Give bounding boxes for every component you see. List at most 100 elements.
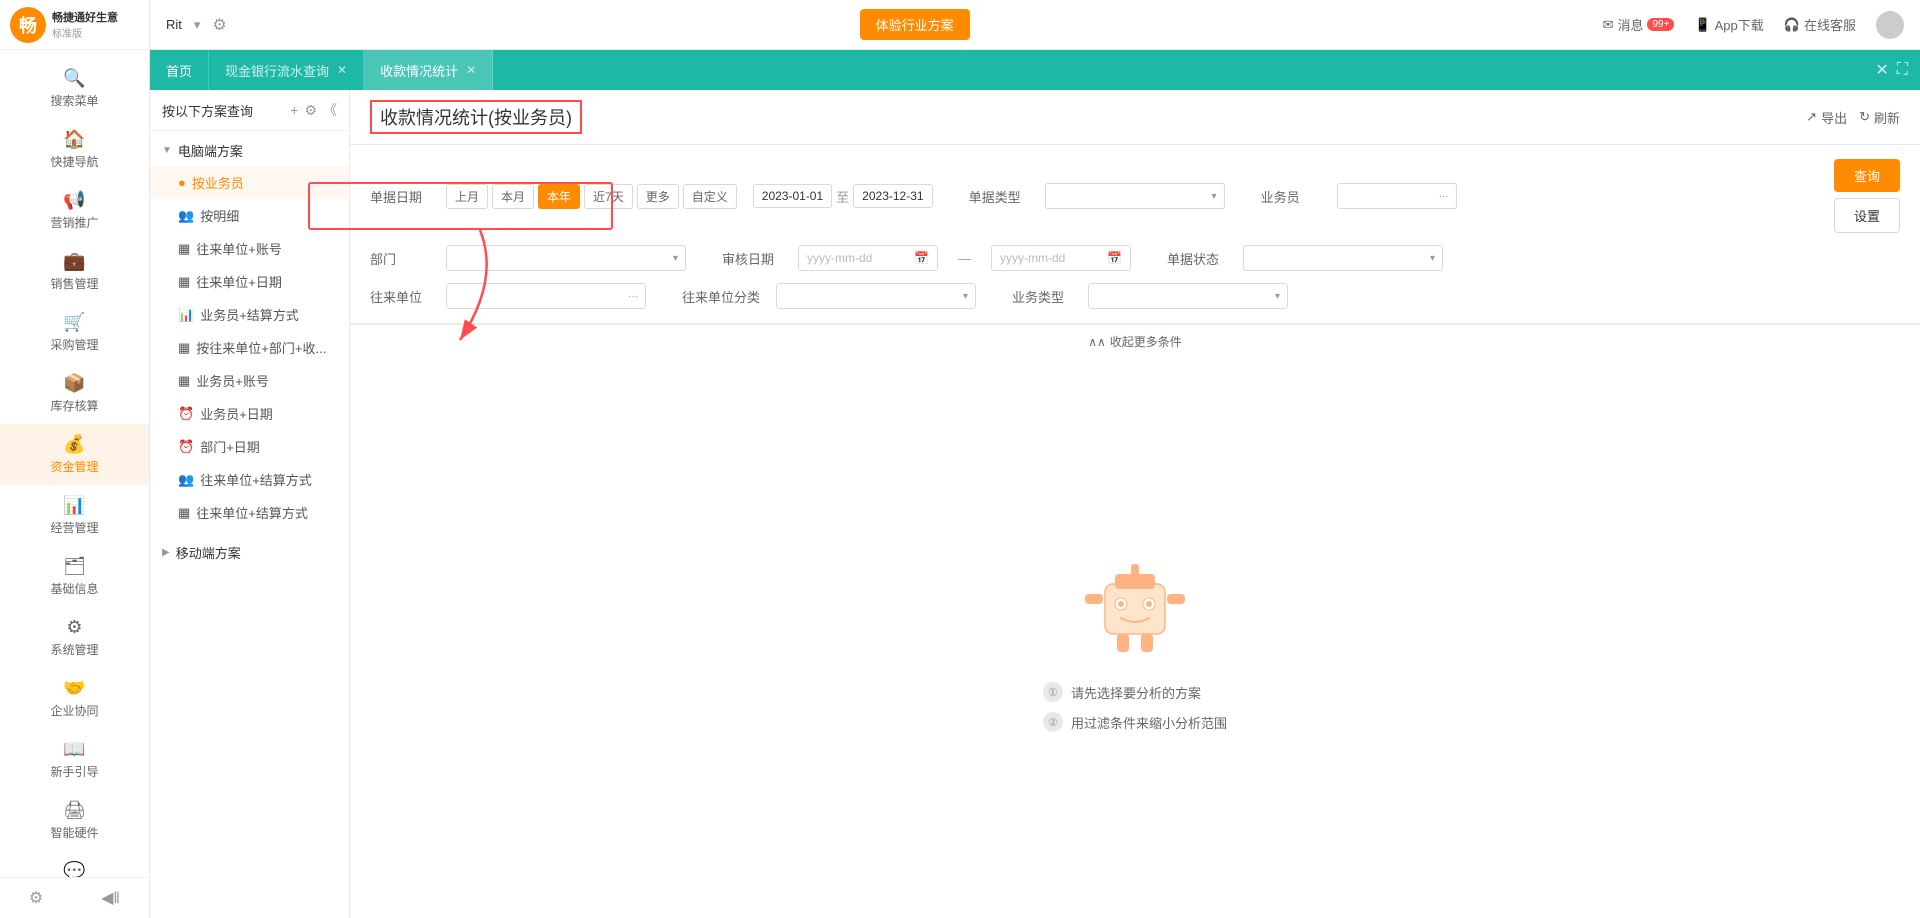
tab-collection-stats[interactable]: 收款情况统计 ✕ <box>364 50 493 90</box>
online-service-btn[interactable]: 🎧 在线客服 <box>1784 15 1856 34</box>
search-menu-icon: 🔍 <box>63 68 85 89</box>
mobile-section-arrow-icon: ▶ <box>162 547 170 558</box>
date-tab-this-year[interactable]: 本年 <box>538 184 580 209</box>
sidebar-item-guide[interactable]: 📖 新手引导 <box>0 729 149 790</box>
tab-home[interactable]: 首页 <box>150 50 209 90</box>
tree-section-pc: ▼ 电脑端方案 ● 按业务员 👥 按明细 ▦ <box>150 131 349 533</box>
app-download-icon: 📱 <box>1694 17 1710 33</box>
sidebar-item-purchase[interactable]: 🛒 采购管理 <box>0 302 149 363</box>
quick-nav-icon: 🏠 <box>63 129 85 150</box>
tree-item-unit-date[interactable]: ▦ 往来单位+日期 <box>150 265 349 298</box>
tree-item-unit-account[interactable]: ▦ 往来单位+账号 <box>150 232 349 265</box>
tree-item-dept-date[interactable]: ⏰ 部门+日期 <box>150 430 349 463</box>
sidebar-settings-btn[interactable]: ⚙ <box>29 888 43 908</box>
date-tab-more[interactable]: 更多 <box>637 184 679 209</box>
doc-status-select[interactable] <box>1243 245 1443 271</box>
sidebar-collapse-btn[interactable]: ◀‖ <box>101 888 120 908</box>
tree-item-staff-settle[interactable]: 📊 业务员+结算方式 <box>150 298 349 331</box>
doc-type-label: 单据类型 <box>969 187 1029 206</box>
sidebar-item-enterprise[interactable]: 🤝 企业协同 <box>0 668 149 729</box>
tab-maximize-icon[interactable]: ⛶ <box>1897 61 1908 79</box>
counterpart-select[interactable] <box>446 283 646 309</box>
left-panel-collapse-btn[interactable]: 《 <box>323 100 337 120</box>
mobile-section-label: 移动端方案 <box>176 543 241 562</box>
export-btn[interactable]: ↗ 导出 <box>1806 108 1847 127</box>
collapse-bar[interactable]: ∧∧ 收起更多条件 <box>350 324 1920 358</box>
settings-button[interactable]: 设置 <box>1834 198 1900 233</box>
dept-select-wrapper: ▾ <box>446 245 686 271</box>
message-icon: ✉ <box>1603 17 1614 33</box>
tree-item-unit-settle2[interactable]: ▦ 往来单位+结算方式 <box>150 496 349 529</box>
sidebar-item-finance[interactable]: 💰 资金管理 <box>0 424 149 485</box>
sidebar-item-inventory[interactable]: 📦 库存核算 <box>0 363 149 424</box>
doc-type-select[interactable] <box>1045 183 1225 209</box>
left-panel-settings-btn[interactable]: ⚙ <box>304 102 317 119</box>
tree-item-unit-settle[interactable]: 👥 往来单位+结算方式 <box>150 463 349 496</box>
unit-dept-collect-icon: ▦ <box>178 340 190 356</box>
message-btn[interactable]: ✉ 消息 99+ <box>1603 15 1675 34</box>
logo-icon: 畅 <box>10 7 46 43</box>
dept-select[interactable] <box>446 245 686 271</box>
sidebar-item-sales[interactable]: 💼 销售管理 <box>0 241 149 302</box>
tree-section-pc-header[interactable]: ▼ 电脑端方案 <box>150 135 349 166</box>
logo-badge: 标准版 <box>52 25 118 40</box>
tree-item-staff-date[interactable]: ⏰ 业务员+日期 <box>150 397 349 430</box>
staff-settle-label: 业务员+结算方式 <box>200 305 299 324</box>
tab-close-all-icon[interactable]: ✕ <box>1875 60 1888 80</box>
unit-account-label: 往来单位+账号 <box>196 239 282 258</box>
settings-icon[interactable]: ⚙ <box>212 15 226 35</box>
review-date-to[interactable]: yyyy-mm-dd 📅 <box>991 245 1131 271</box>
sidebar-item-basic[interactable]: 🗂 基础信息 <box>0 546 149 607</box>
operation-icon: 📊 <box>63 495 85 516</box>
pc-section-label: 电脑端方案 <box>178 141 243 160</box>
tab-collection-stats-label: 收款情况统计 <box>380 61 458 80</box>
date-tab-custom[interactable]: 自定义 <box>683 184 737 209</box>
step-2-num: ② <box>1043 712 1063 732</box>
sidebar-item-wechat[interactable]: 💬 企业微信 <box>0 851 149 877</box>
review-date-calendar-icon: 📅 <box>914 251 929 265</box>
tree-item-unit-dept-collect[interactable]: ▦ 按往来单位+部门+收... <box>150 331 349 364</box>
tree-item-staff-account[interactable]: ▦ 业务员+账号 <box>150 364 349 397</box>
query-button[interactable]: 查询 <box>1834 159 1900 192</box>
tab-bank-flow[interactable]: 现金银行流水查询 ✕ <box>209 50 364 90</box>
enterprise-icon: 🤝 <box>63 678 85 699</box>
counterpart-category-select[interactable] <box>776 283 976 309</box>
sidebar-item-search-menu[interactable]: 🔍 搜索菜单 <box>0 58 149 119</box>
logo-text-block: 畅捷通好生意 标准版 <box>52 9 118 40</box>
staff-select[interactable] <box>1337 183 1457 209</box>
tree-item-by-detail[interactable]: 👥 按明细 <box>150 199 349 232</box>
app-download-label: App下载 <box>1715 15 1764 34</box>
sidebar-item-hardware[interactable]: 🖨 智能硬件 <box>0 790 149 851</box>
main-area: Rit ▾ ⚙ 体验行业方案 ✉ 消息 99+ 📱 App下载 🎧 在线客服 <box>150 0 1920 918</box>
review-date-from[interactable]: yyyy-mm-dd 📅 <box>798 245 938 271</box>
sidebar-item-marketing[interactable]: 📢 营销推广 <box>0 180 149 241</box>
left-panel-actions: + ⚙ 《 <box>290 100 337 120</box>
tree-section-mobile-header[interactable]: ▶ 移动端方案 <box>150 537 349 568</box>
logo-area: 畅 畅捷通好生意 标准版 <box>0 0 149 50</box>
user-avatar[interactable] <box>1876 11 1904 39</box>
refresh-btn[interactable]: ↻ 刷新 <box>1859 108 1900 127</box>
message-badge: 99+ <box>1647 18 1674 31</box>
date-tab-this-month[interactable]: 本月 <box>492 184 534 209</box>
tree-item-by-staff[interactable]: ● 按业务员 <box>150 166 349 199</box>
tab-collection-stats-close[interactable]: ✕ <box>466 63 476 77</box>
tab-bank-flow-close[interactable]: ✕ <box>337 63 347 77</box>
sidebar-item-quick-nav[interactable]: 🏠 快捷导航 <box>0 119 149 180</box>
unit-date-icon: ▦ <box>178 274 190 290</box>
tab-bar: 首页 现金银行流水查询 ✕ 收款情况统计 ✕ ✕ ⛶ <box>150 50 1920 90</box>
sidebar-item-system[interactable]: ⚙ 系统管理 <box>0 607 149 668</box>
date-tab-last-month[interactable]: 上月 <box>446 184 488 209</box>
app-download-btn[interactable]: 📱 App下载 <box>1694 15 1763 34</box>
online-service-icon: 🎧 <box>1784 17 1800 33</box>
left-panel-add-btn[interactable]: + <box>290 102 298 118</box>
date-tab-last-7[interactable]: 近7天 <box>584 184 633 209</box>
logo-name: 畅捷通好生意 <box>52 9 118 25</box>
page-header: 收款情况统计(按业务员) ↗ 导出 ↻ 刷新 <box>350 90 1920 145</box>
business-type-select[interactable] <box>1088 283 1288 309</box>
counterpart-label: 往来单位 <box>370 287 430 306</box>
sidebar-item-operation[interactable]: 📊 经营管理 <box>0 485 149 546</box>
user-chevron-icon[interactable]: ▾ <box>194 17 201 33</box>
trial-industry-btn[interactable]: 体验行业方案 <box>860 9 970 40</box>
export-label: 导出 <box>1821 108 1847 127</box>
staff-date-icon: ⏰ <box>178 406 194 422</box>
